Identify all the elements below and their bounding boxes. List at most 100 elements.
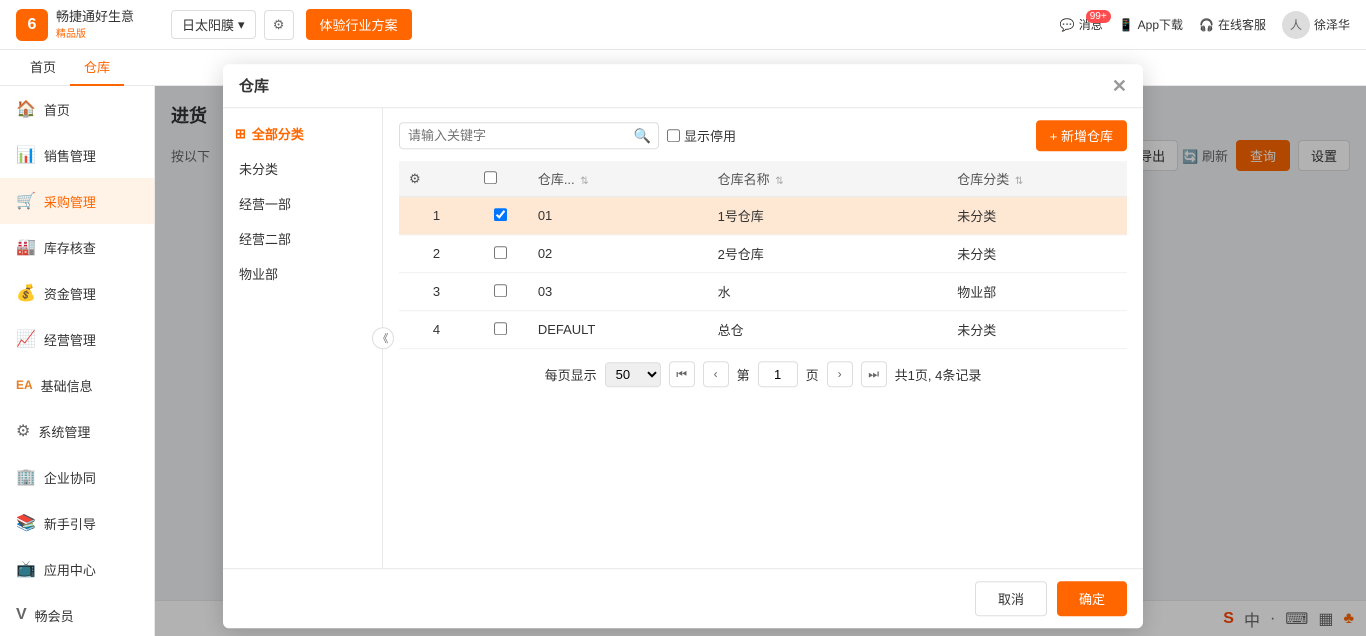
cell-check[interactable] (474, 311, 528, 349)
row-checkbox[interactable] (494, 246, 507, 259)
sidebar-item-purchase[interactable]: 🛒 采购管理 (0, 178, 154, 224)
prev-page-btn[interactable]: ‹ (703, 361, 729, 387)
all-categories-btn[interactable]: ⊞ 全部分类 (223, 116, 382, 151)
avatar: 人 (1282, 11, 1310, 39)
basics-icon: EA (16, 378, 33, 392)
user-item[interactable]: 人 徐泽华 (1282, 11, 1350, 39)
store-selector[interactable]: 日太阳膜 ▾ (171, 10, 256, 39)
warehouse-table: ⚙ 仓库... ⇅ 仓库名称 ⇅ 仓库分类 ⇅ (399, 161, 1127, 349)
headset-icon: 🎧 (1199, 18, 1214, 32)
user-name: 徐泽华 (1314, 16, 1350, 33)
sidebar-item-guide[interactable]: 📚 新手引导 (0, 500, 154, 546)
first-page-btn[interactable]: ⏮ (669, 361, 695, 387)
next-page-btn[interactable]: › (827, 361, 853, 387)
cell-index: 4 (399, 311, 474, 349)
page-number-input[interactable] (758, 361, 798, 387)
chevron-down-icon: ▾ (238, 17, 245, 33)
table-panel: 🔍 显示停用 + 新增仓库 ⚙ 仓库... ⇅ (383, 108, 1143, 568)
top-header: 6 畅捷通好生意 精品版 日太阳膜 ▾ ⚙ 体验行业方案 💬 消息 99+ 📱 … (0, 0, 1366, 50)
sidebar-label-purchase: 采购管理 (44, 192, 96, 211)
table-toolbar: 🔍 显示停用 + 新增仓库 (399, 120, 1127, 151)
category-item-unclassified[interactable]: 未分类 (223, 151, 382, 186)
category-item-property[interactable]: 物业部 (223, 256, 382, 291)
sidebar-item-vip[interactable]: V 畅会员 (0, 592, 154, 636)
category-item-dept2[interactable]: 经营二部 (223, 221, 382, 256)
sidebar-item-inventory[interactable]: 🏭 库存核查 (0, 224, 154, 270)
table-row: 4 DEFAULT 总仓 未分类 (399, 311, 1127, 349)
sidebar-label-basics: 基础信息 (41, 376, 93, 395)
th-category: 仓库分类 ⇅ (947, 161, 1127, 197)
sidebar-label-sales: 销售管理 (44, 146, 96, 165)
confirm-btn[interactable]: 确定 (1057, 581, 1127, 616)
gear-button[interactable]: ⚙ (264, 10, 294, 40)
cell-code: 02 (528, 235, 708, 273)
table-row: 2 02 2号仓库 未分类 (399, 235, 1127, 273)
row-checkbox[interactable] (494, 322, 507, 335)
cell-check[interactable] (474, 197, 528, 235)
cell-name: 1号仓库 (708, 197, 948, 235)
app-download-item[interactable]: 📱 App下载 (1119, 16, 1183, 33)
per-page-label: 每页显示 (545, 365, 597, 384)
cell-check[interactable] (474, 273, 528, 311)
row-checkbox[interactable] (494, 284, 507, 297)
sort-cat-icon: ⇅ (1015, 176, 1023, 187)
sidebar-item-finance[interactable]: 💰 资金管理 (0, 270, 154, 316)
modal-close-btn[interactable]: ✕ (1112, 77, 1127, 95)
cell-name: 总仓 (708, 311, 948, 349)
sidebar-item-operations[interactable]: 📈 经营管理 (0, 316, 154, 362)
th-name: 仓库名称 ⇅ (708, 161, 948, 197)
sidebar-label-vip: 畅会员 (35, 606, 74, 625)
sidebar-item-apps[interactable]: 📺 应用中心 (0, 546, 154, 592)
th-settings: ⚙ (399, 161, 474, 197)
row-checkbox[interactable] (494, 208, 507, 221)
show-disabled-checkbox[interactable] (667, 129, 680, 142)
grid-icon: ⊞ (235, 126, 246, 142)
online-service-label: 在线客服 (1218, 16, 1266, 33)
experience-btn[interactable]: 体验行业方案 (306, 9, 412, 40)
finance-icon: 💰 (16, 283, 36, 303)
inventory-icon: 🏭 (16, 237, 36, 257)
cell-index: 3 (399, 273, 474, 311)
cancel-btn[interactable]: 取消 (975, 581, 1047, 616)
cell-name: 水 (708, 273, 948, 311)
cell-check[interactable] (474, 235, 528, 273)
brand-name: 畅捷通好生意 (56, 9, 134, 26)
sidebar-item-basics[interactable]: EA 基础信息 (0, 362, 154, 408)
messages-item[interactable]: 💬 消息 99+ (1060, 16, 1103, 33)
th-check (474, 161, 528, 197)
last-page-btn[interactable]: ⏭ (861, 361, 887, 387)
sidebar-item-enterprise[interactable]: 🏢 企业协同 (0, 454, 154, 500)
category-panel: ⊞ 全部分类 未分类 经营一部 经营二部 物业部 《 (223, 108, 383, 568)
logo-area: 6 畅捷通好生意 精品版 (16, 9, 171, 41)
sidebar-label-inventory: 库存核查 (44, 238, 96, 257)
add-warehouse-btn[interactable]: + 新增仓库 (1036, 120, 1127, 151)
select-all-checkbox[interactable] (484, 171, 497, 184)
enterprise-icon: 🏢 (16, 467, 36, 487)
tab-warehouse[interactable]: 仓库 (70, 50, 124, 86)
sidebar-label-apps: 应用中心 (44, 560, 96, 579)
per-page-select[interactable]: 50 100 200 (605, 362, 661, 387)
sidebar-item-home[interactable]: 🏠 首页 (0, 86, 154, 132)
all-categories-label: 全部分类 (252, 124, 304, 143)
sales-icon: 📊 (16, 145, 36, 165)
category-item-dept1[interactable]: 经营一部 (223, 186, 382, 221)
page-label: 第 (737, 365, 750, 384)
sidebar-item-system[interactable]: ⚙ 系统管理 (0, 408, 154, 454)
search-input[interactable] (399, 122, 659, 149)
category-collapse-btn[interactable]: 《 (372, 327, 394, 349)
vip-icon: V (16, 606, 27, 624)
sidebar-item-sales[interactable]: 📊 销售管理 (0, 132, 154, 178)
pagination: 每页显示 50 100 200 ⏮ ‹ 第 页 › ⏭ 共1页, 4条记录 (399, 349, 1127, 387)
header-right: 💬 消息 99+ 📱 App下载 🎧 在线客服 人 徐泽华 (1060, 11, 1350, 39)
sidebar-label-system: 系统管理 (38, 422, 90, 441)
apps-icon: 📺 (16, 559, 36, 579)
guide-icon: 📚 (16, 513, 36, 533)
cell-code: DEFAULT (528, 311, 708, 349)
sidebar-label-operations: 经营管理 (44, 330, 96, 349)
online-service-item[interactable]: 🎧 在线客服 (1199, 16, 1266, 33)
cell-category: 物业部 (947, 273, 1127, 311)
search-icon[interactable]: 🔍 (634, 127, 651, 144)
sidebar-label-home: 首页 (44, 100, 70, 119)
cell-code: 01 (528, 197, 708, 235)
tab-home[interactable]: 首页 (16, 50, 70, 86)
